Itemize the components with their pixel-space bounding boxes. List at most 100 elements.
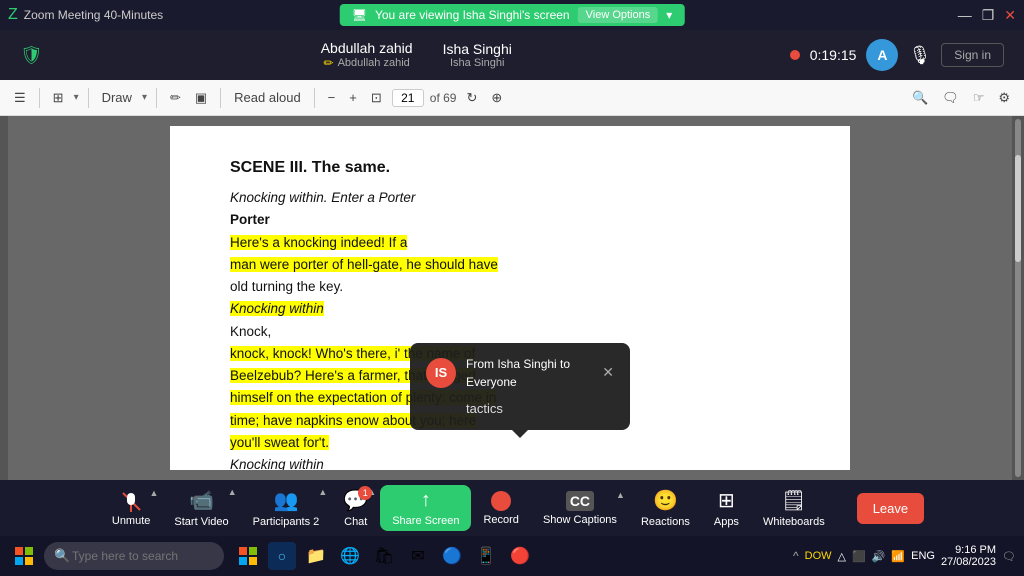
sidebar-right bbox=[1012, 116, 1024, 480]
chat-badge: 1 bbox=[358, 486, 372, 500]
start-button[interactable] bbox=[8, 540, 40, 572]
edge-icon: 🌐 bbox=[340, 546, 360, 566]
settings-button[interactable]: ⚙ bbox=[994, 88, 1014, 108]
close-button[interactable]: ✕ bbox=[1004, 7, 1016, 24]
toolbar-item-reactions[interactable]: 🙂 Reactions bbox=[629, 484, 702, 532]
leave-button[interactable]: Leave bbox=[857, 493, 924, 524]
mic-icon[interactable]: 🎙 bbox=[908, 45, 931, 66]
record-icon bbox=[491, 491, 511, 511]
whiteboards-label: Whiteboards bbox=[763, 516, 825, 528]
meeting-header: 🛡 Abdullah zahid ✏ Abdullah zahid Isha S… bbox=[0, 30, 1024, 80]
text-highlight-2: man were porter of hell-gate, he should … bbox=[230, 257, 498, 272]
title-bar-left: Z Zoom Meeting 40-Minutes bbox=[8, 6, 163, 24]
shape-button[interactable]: ▣ bbox=[191, 88, 211, 108]
taskbar-icon-app[interactable]: 🔴 bbox=[506, 542, 534, 570]
scroll-track[interactable] bbox=[1015, 119, 1021, 477]
taskbar-icon-edge[interactable]: 🌐 bbox=[336, 542, 364, 570]
view-options-button[interactable]: View Options bbox=[578, 7, 659, 23]
video-chevron: ▲ bbox=[228, 487, 237, 497]
zoom-out-button[interactable]: − bbox=[324, 88, 340, 107]
nav-button[interactable]: ⊞ bbox=[49, 88, 68, 108]
taskbar-icon-files[interactable]: 📁 bbox=[302, 542, 330, 570]
search-wrapper[interactable]: 🔍 bbox=[44, 542, 224, 570]
toolbar-item-record[interactable]: Record bbox=[471, 487, 530, 530]
time-display[interactable]: 9:16 PM 27/08/2023 bbox=[941, 544, 996, 568]
toolbar-item-chat[interactable]: ▲ 1 💬 Chat bbox=[331, 484, 380, 532]
dow-text: DOW bbox=[805, 550, 832, 562]
line-7: Knock, bbox=[230, 322, 790, 342]
toolbar-item-apps[interactable]: ⊞ Apps bbox=[702, 484, 751, 532]
search-doc-button[interactable]: 🔍 bbox=[908, 88, 932, 108]
participants-label: Participants 2 bbox=[253, 516, 320, 528]
video-label: Start Video bbox=[174, 516, 228, 528]
chevron-icon-1[interactable]: ▾ bbox=[74, 92, 79, 103]
taskbar-icon-whatsapp[interactable]: 📱 bbox=[472, 542, 500, 570]
menu-button[interactable]: ☰ bbox=[10, 88, 30, 108]
annotate-button[interactable]: 🗨 bbox=[938, 88, 963, 108]
character-name: Porter bbox=[230, 212, 270, 227]
volume-icon[interactable]: 🔊 bbox=[872, 550, 886, 563]
participant-1-sub: ✏ Abdullah zahid bbox=[324, 56, 410, 70]
page-of: of 69 bbox=[430, 91, 457, 105]
participants-chevron: ▲ bbox=[318, 487, 327, 497]
line-12: you'll sweat for't. bbox=[230, 433, 790, 453]
captions-chevron: ▲ bbox=[616, 490, 625, 500]
app-icon: 🔴 bbox=[510, 546, 530, 566]
draw-button[interactable]: Draw bbox=[98, 88, 136, 107]
viewing-text: You are viewing Isha Singhi's screen bbox=[375, 8, 570, 22]
toolbar-item-start-video[interactable]: ▲ 📹 Start Video bbox=[162, 484, 240, 532]
taskbar-icon-1[interactable] bbox=[234, 542, 262, 570]
whiteboards-icon: 🗒 bbox=[781, 488, 806, 513]
stage-direction-2: Knocking within bbox=[230, 301, 324, 316]
zoom-in-button[interactable]: + bbox=[345, 88, 361, 107]
time-text: 9:16 PM bbox=[941, 544, 996, 556]
mail-icon: ✉ bbox=[411, 546, 424, 566]
chevron-down-icon[interactable]: ▾ bbox=[666, 8, 672, 22]
apps-label: Apps bbox=[714, 516, 739, 528]
bottom-toolbar: ▲ Unmute ▲ 📹 Start Video ▲ 👥 Participant… bbox=[0, 480, 1024, 536]
toolbar-item-whiteboards[interactable]: 🗒 Whiteboards bbox=[751, 484, 837, 532]
taskbar-icon-chrome[interactable]: 🔵 bbox=[438, 542, 466, 570]
pointer-button[interactable]: ☞ bbox=[969, 88, 989, 108]
chat-message-text: tactics bbox=[426, 399, 614, 419]
page-number-input[interactable] bbox=[392, 89, 424, 107]
toolbar-item-share-screen[interactable]: ↑ Share Screen bbox=[380, 485, 471, 531]
app-title: Zoom Meeting 40-Minutes bbox=[24, 8, 163, 22]
chat-popup: IS From Isha Singhi to Everyone ✕ tactic… bbox=[410, 343, 630, 431]
caret-icon[interactable]: ^ bbox=[793, 549, 799, 563]
notification-icon[interactable]: 🗨 bbox=[1002, 550, 1016, 563]
text-highlight-1: Here's a knocking indeed! If a bbox=[230, 235, 407, 250]
participant-2: Isha Singhi Isha Singhi bbox=[443, 41, 512, 69]
toolbar-item-unmute[interactable]: ▲ Unmute bbox=[100, 485, 163, 531]
taskbar-icon-store[interactable]: 🛍 bbox=[370, 542, 398, 570]
chat-close-button[interactable]: ✕ bbox=[602, 362, 614, 383]
share-screen-label: Share Screen bbox=[392, 515, 459, 527]
triangle-icon: △ bbox=[838, 550, 846, 563]
apps-icon: ⊞ bbox=[718, 488, 735, 513]
share-button[interactable]: ⊕ bbox=[487, 88, 506, 108]
maximize-button[interactable]: ❐ bbox=[982, 7, 995, 24]
toolbar-item-captions[interactable]: ▲ CC Show Captions bbox=[531, 487, 629, 530]
scroll-thumb[interactable] bbox=[1015, 155, 1021, 262]
screen-share-notice: 🖥 You are viewing Isha Singhi's screen V… bbox=[340, 4, 685, 26]
taskbar-icon-search[interactable]: ○ bbox=[268, 542, 296, 570]
taskbar-right: ^ DOW △ ⬛ 🔊 📶 ENG 9:16 PM 27/08/2023 🗨 bbox=[793, 544, 1016, 568]
chrome-icon: 🔵 bbox=[442, 546, 462, 566]
stage-direction-3: Knocking within bbox=[230, 457, 324, 470]
chevron-icon-2[interactable]: ▾ bbox=[142, 92, 147, 103]
refresh-button[interactable]: ↻ bbox=[462, 88, 481, 108]
shield-area: 🛡 bbox=[20, 45, 43, 66]
sidebar-left bbox=[0, 116, 8, 480]
toolbar-sep-3 bbox=[156, 88, 157, 108]
title-bar-controls: — ❐ ✕ bbox=[958, 7, 1016, 24]
search-input[interactable] bbox=[44, 542, 224, 570]
minimize-button[interactable]: — bbox=[958, 7, 972, 23]
store-icon: 🛍 bbox=[374, 546, 394, 566]
fit-page-button[interactable]: ⊡ bbox=[367, 88, 386, 108]
highlighter-button[interactable]: ✏ bbox=[166, 88, 185, 108]
sign-in-button[interactable]: Sign in bbox=[941, 43, 1004, 67]
taskbar-icon-mail[interactable]: ✉ bbox=[404, 542, 432, 570]
toolbar-item-participants[interactable]: ▲ 👥 Participants 2 bbox=[241, 484, 332, 532]
toolbar-sep-5 bbox=[314, 88, 315, 108]
read-aloud-button[interactable]: Read aloud bbox=[230, 88, 305, 107]
